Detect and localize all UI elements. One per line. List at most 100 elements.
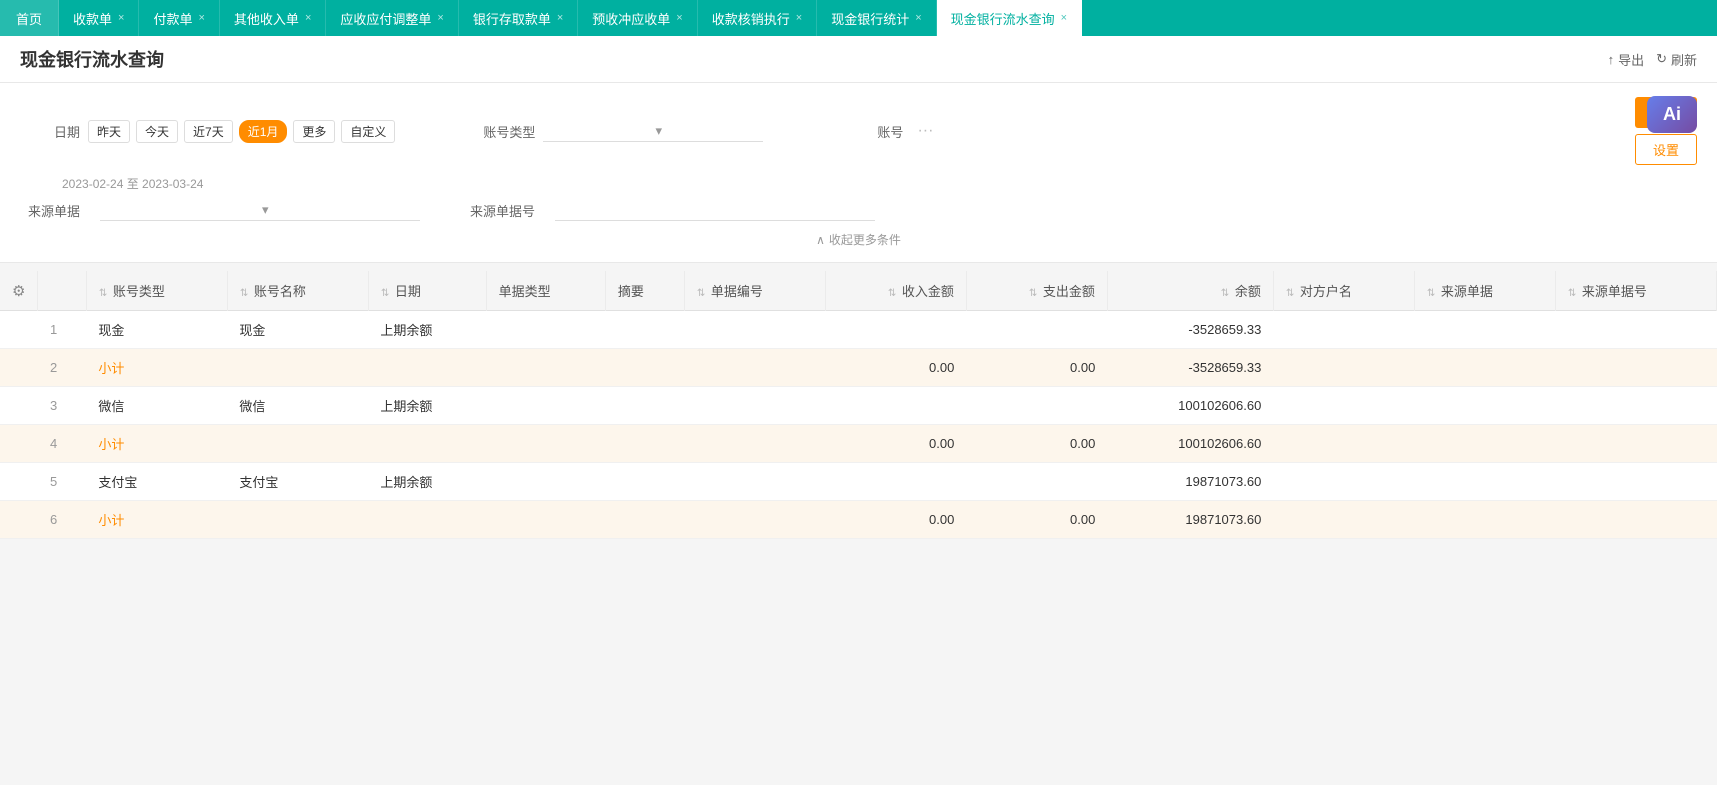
close-verification-icon[interactable]: ×	[796, 12, 802, 24]
table-body: 1现金现金上期余额-3528659.332小计0.000.00-3528659.…	[0, 311, 1717, 539]
close-adjustment-icon[interactable]: ×	[437, 12, 443, 24]
table-cell: 0.00	[966, 349, 1107, 387]
refresh-icon: ↻	[1656, 51, 1667, 67]
table-cell	[0, 463, 38, 501]
collapse-up-icon: ∧	[816, 233, 825, 247]
account-type-select[interactable]: ▾	[543, 121, 763, 142]
table-cell: 0.00	[825, 349, 966, 387]
close-receipt-icon[interactable]: ×	[118, 12, 124, 24]
table-cell: 微信	[227, 387, 368, 425]
th-source-doc-num[interactable]: ⇅ 来源单据号	[1555, 271, 1716, 311]
date-buttons: 昨天 今天 近7天 近1月 更多 自定义	[88, 120, 395, 143]
th-date[interactable]: ⇅ 日期	[368, 271, 486, 311]
filter-area: 日期 昨天 今天 近7天 近1月 更多 自定义 账号类型 ▾ 账号 ···	[0, 83, 1717, 263]
th-doc-num[interactable]: ⇅ 单据编号	[684, 271, 825, 311]
th-expense[interactable]: ⇅ 支出金额	[966, 271, 1107, 311]
table-cell: 小计	[86, 425, 227, 463]
close-advance-icon[interactable]: ×	[676, 12, 682, 24]
source-doc-num-input[interactable]	[555, 201, 875, 221]
sort-source-doc-icon: ⇅	[1427, 288, 1435, 299]
table-cell	[684, 501, 825, 539]
table-cell: 100102606.60	[1107, 425, 1273, 463]
table-cell: 上期余额	[368, 463, 486, 501]
date-btn-custom[interactable]: 自定义	[341, 120, 395, 143]
filter-row-date: 日期 昨天 今天 近7天 近1月 更多 自定义 账号类型 ▾ 账号 ···	[20, 97, 1697, 165]
close-payment-icon[interactable]: ×	[198, 12, 204, 24]
source-doc-select[interactable]: ▾	[100, 200, 420, 221]
table-cell	[1273, 501, 1414, 539]
table-cell	[605, 311, 684, 349]
account-label: 账号	[843, 122, 903, 141]
nav-home[interactable]: 首页	[0, 0, 59, 36]
close-bank-stats-icon[interactable]: ×	[915, 12, 921, 24]
table-cell: 现金	[86, 311, 227, 349]
table-cell	[966, 311, 1107, 349]
table-cell	[0, 311, 38, 349]
table-cell: 4	[38, 425, 86, 463]
table-cell: 0.00	[966, 425, 1107, 463]
table-cell: 0.00	[825, 501, 966, 539]
date-btn-more[interactable]: 更多	[293, 120, 335, 143]
sort-expense-icon: ⇅	[1029, 288, 1037, 299]
table-row: 6小计0.000.0019871073.60	[0, 501, 1717, 539]
table-cell	[684, 311, 825, 349]
table-cell: -3528659.33	[1107, 311, 1273, 349]
nav-item-bank-flow[interactable]: 现金银行流水查询 ×	[937, 0, 1082, 36]
account-type-chevron-icon: ▾	[655, 123, 759, 139]
date-btn-today[interactable]: 今天	[136, 120, 178, 143]
refresh-button[interactable]: ↻ 刷新	[1656, 50, 1697, 69]
table-cell	[684, 387, 825, 425]
table-cell	[1555, 311, 1716, 349]
table-cell	[1414, 311, 1555, 349]
date-btn-7days[interactable]: 近7天	[184, 120, 233, 143]
settings-button[interactable]: 设置	[1635, 134, 1697, 165]
table-cell	[368, 425, 486, 463]
table-container: ⚙ ⇅ 账号类型 ⇅ 账号名称 ⇅ 日期 单据类型	[0, 271, 1717, 539]
nav-item-adjustment[interactable]: 应收应付调整单 ×	[326, 0, 458, 36]
header-actions: ↑ 导出 ↻ 刷新	[1608, 50, 1697, 69]
nav-item-other-income[interactable]: 其他收入单 ×	[220, 0, 326, 36]
table-cell	[227, 501, 368, 539]
table-cell: 1	[38, 311, 86, 349]
th-account-type[interactable]: ⇅ 账号类型	[86, 271, 227, 311]
sort-account-name-icon: ⇅	[240, 288, 248, 299]
nav-item-receipt[interactable]: 收款单 ×	[59, 0, 139, 36]
table-cell	[486, 349, 605, 387]
close-bank-flow-icon[interactable]: ×	[1061, 12, 1067, 24]
nav-item-bank-stats[interactable]: 现金银行统计 ×	[817, 0, 936, 36]
top-nav: 首页 收款单 × 付款单 × 其他收入单 × 应收应付调整单 × 银行存取款单 …	[0, 0, 1717, 36]
date-btn-yesterday[interactable]: 昨天	[88, 120, 130, 143]
table-settings-icon[interactable]: ⚙	[12, 283, 25, 300]
close-bank-deposit-icon[interactable]: ×	[557, 12, 563, 24]
table-cell: 上期余额	[368, 311, 486, 349]
nav-item-bank-deposit[interactable]: 银行存取款单 ×	[459, 0, 578, 36]
nav-item-payment[interactable]: 付款单 ×	[139, 0, 219, 36]
table-cell	[486, 501, 605, 539]
th-counterparty[interactable]: ⇅ 对方户名	[1273, 271, 1414, 311]
table-cell: 3	[38, 387, 86, 425]
table-row: 5支付宝支付宝上期余额19871073.60	[0, 463, 1717, 501]
table-cell	[605, 501, 684, 539]
table-cell	[0, 349, 38, 387]
th-income[interactable]: ⇅ 收入金额	[825, 271, 966, 311]
collapse-button[interactable]: ∧ 收起更多条件	[816, 231, 901, 248]
ai-badge[interactable]: Ai	[1647, 96, 1697, 133]
close-other-income-icon[interactable]: ×	[305, 12, 311, 24]
th-source-doc[interactable]: ⇅ 来源单据	[1414, 271, 1555, 311]
nav-item-advance[interactable]: 预收冲应收单 ×	[578, 0, 697, 36]
date-btn-1month[interactable]: 近1月	[239, 120, 288, 143]
th-account-name[interactable]: ⇅ 账号名称	[227, 271, 368, 311]
table-cell	[368, 501, 486, 539]
table-cell: 0.00	[966, 501, 1107, 539]
export-button[interactable]: ↑ 导出	[1608, 50, 1645, 69]
th-balance[interactable]: ⇅ 余额	[1107, 271, 1273, 311]
export-icon: ↑	[1608, 52, 1615, 67]
table-row: 3微信微信上期余额100102606.60	[0, 387, 1717, 425]
nav-item-verification[interactable]: 收款核销执行 ×	[698, 0, 817, 36]
table-cell	[368, 349, 486, 387]
source-doc-num-label: 来源单据号	[470, 201, 535, 220]
table-cell	[966, 463, 1107, 501]
table-cell	[605, 463, 684, 501]
table-cell	[1414, 387, 1555, 425]
table-cell	[1555, 501, 1716, 539]
